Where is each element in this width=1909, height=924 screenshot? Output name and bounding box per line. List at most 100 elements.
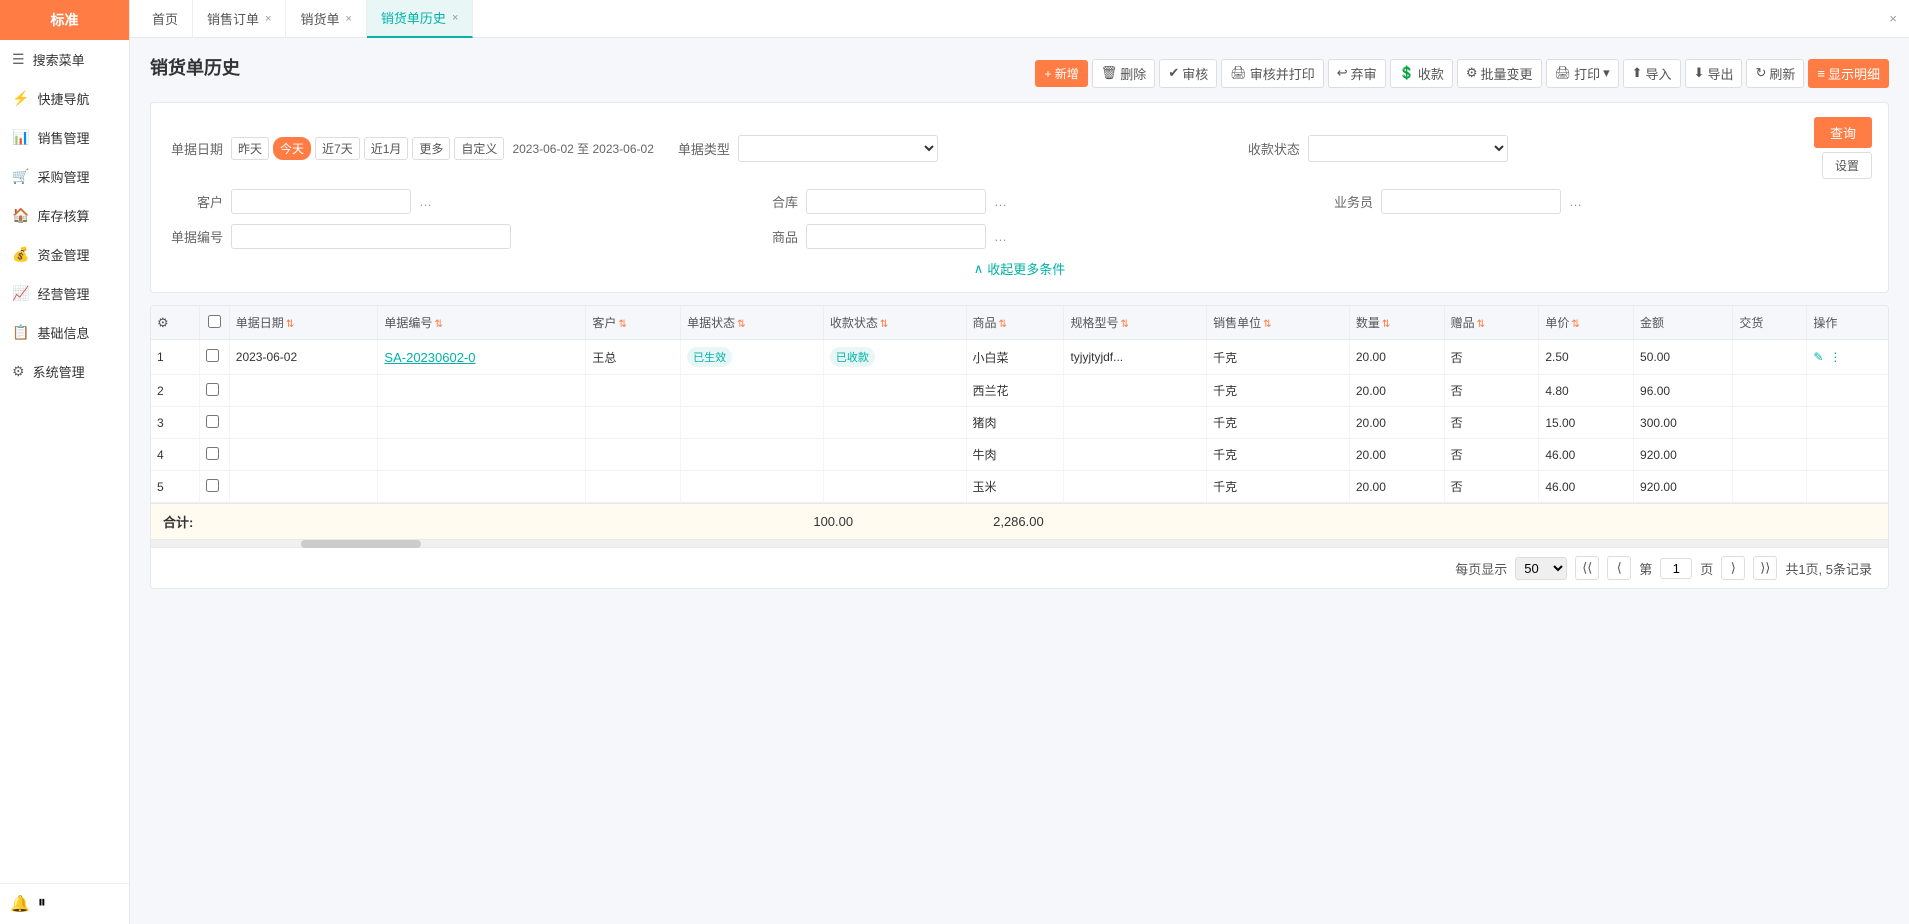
cell-action[interactable] (1807, 471, 1888, 503)
sort-payment-icon[interactable]: ⇅ (880, 319, 888, 330)
doc-type-select[interactable] (738, 135, 938, 162)
sort-docno-icon[interactable]: ⇅ (434, 319, 442, 330)
warehouse-ellipsis[interactable]: … (994, 194, 1007, 209)
audit-print-button[interactable]: 🖨 审核并打印 (1221, 59, 1324, 88)
page-number-input[interactable] (1660, 558, 1692, 579)
sidebar-item-sales-mgmt[interactable]: 📊 销售管理 (0, 118, 129, 157)
notification-icon[interactable]: 🔔 (10, 894, 30, 914)
cell-doc-no[interactable] (378, 471, 586, 503)
sort-customer-icon[interactable]: ⇅ (618, 319, 626, 330)
new-button[interactable]: + 新增 (1035, 60, 1087, 87)
date-btn-today[interactable]: 今天 (273, 137, 311, 160)
sort-docstatus-icon[interactable]: ⇅ (737, 319, 745, 330)
salesperson-input[interactable] (1381, 189, 1561, 214)
row-checkbox[interactable] (206, 349, 219, 362)
first-page-btn[interactable]: ⟨⟨ (1575, 556, 1599, 580)
product-ellipsis[interactable]: … (994, 229, 1007, 244)
customer-filter-group: 客户 … (167, 189, 722, 214)
cell-action[interactable]: ✎⋮ (1807, 340, 1888, 375)
cell-doc-no[interactable]: SA-20230602-0 (378, 340, 586, 375)
date-btn-yesterday[interactable]: 昨天 (231, 137, 269, 160)
tab-sales-order-close[interactable]: × (265, 13, 271, 25)
sidebar-item-finance-mgmt[interactable]: 💰 资金管理 (0, 235, 129, 274)
cell-doc-no[interactable] (378, 439, 586, 471)
date-btn-more[interactable]: 更多 (412, 137, 450, 160)
row-checkbox[interactable] (206, 415, 219, 428)
cell-action[interactable] (1807, 407, 1888, 439)
sort-qty-icon[interactable]: ⇅ (1382, 319, 1390, 330)
doc-no-link[interactable]: SA-20230602-0 (384, 350, 475, 365)
sort-product-icon[interactable]: ⇅ (999, 319, 1007, 330)
show-detail-button[interactable]: ≡ 显示明细 (1808, 59, 1889, 88)
settings-button[interactable]: 设置 (1822, 152, 1872, 179)
delete-button[interactable]: 🗑 删除 (1092, 59, 1156, 88)
next-page-btn[interactable]: ⟩ (1721, 556, 1745, 580)
query-button[interactable]: 查询 (1814, 117, 1872, 148)
row-checkbox[interactable] (206, 479, 219, 492)
prev-page-btn[interactable]: ⟨ (1607, 556, 1631, 580)
print-button[interactable]: 🖨 打印 ▾ (1546, 59, 1619, 88)
product-label: 商品 (742, 227, 798, 246)
salesperson-ellipsis[interactable]: … (1569, 194, 1582, 209)
cell-checkbox[interactable] (199, 375, 229, 407)
customer-input[interactable] (231, 189, 411, 214)
cell-action[interactable] (1807, 439, 1888, 471)
product-input[interactable] (806, 224, 986, 249)
gear-settings-icon[interactable]: ⚙ (157, 315, 169, 330)
sidebar-item-purchase-mgmt[interactable]: 🛒 采购管理 (0, 157, 129, 196)
sidebar-item-sys-mgmt[interactable]: ⚙ 系统管理 (0, 352, 129, 391)
col-checkbox[interactable] (199, 306, 229, 340)
edit-action-btn[interactable]: ✎ (1813, 350, 1823, 364)
refresh-button[interactable]: ↻ 刷新 (1746, 59, 1804, 88)
cell-doc-no[interactable] (378, 407, 586, 439)
sidebar-item-search-menu[interactable]: ☰ 搜索菜单 (0, 40, 129, 79)
customer-ellipsis[interactable]: … (419, 194, 432, 209)
batch-change-button[interactable]: ⚙ 批量变更 (1457, 59, 1542, 88)
warehouse-input[interactable] (806, 189, 986, 214)
tab-home[interactable]: 首页 (138, 0, 193, 38)
sort-date-icon[interactable]: ⇅ (286, 319, 294, 330)
sort-spec-icon[interactable]: ⇅ (1120, 319, 1128, 330)
date-btn-1month[interactable]: 近1月 (364, 137, 409, 160)
tab-sales-delivery-history[interactable]: 销货单历史 × (367, 0, 473, 38)
select-all-checkbox[interactable] (208, 315, 221, 328)
tab-sales-delivery-history-close[interactable]: × (452, 12, 458, 24)
sidebar-item-inventory[interactable]: 🏠 库存核算 (0, 196, 129, 235)
cell-action[interactable] (1807, 375, 1888, 407)
tab-sales-delivery[interactable]: 销货单 × (286, 0, 366, 38)
collapse-filter-btn[interactable]: ∧ 收起更多条件 (167, 259, 1872, 278)
cell-doc-no[interactable] (378, 375, 586, 407)
last-page-btn[interactable]: ⟩⟩ (1753, 556, 1777, 580)
cell-checkbox[interactable] (199, 471, 229, 503)
sort-gift-icon[interactable]: ⇅ (1477, 319, 1485, 330)
abandon-button[interactable]: ↩ 弃审 (1328, 59, 1386, 88)
collect-button[interactable]: 💲 收款 (1390, 59, 1453, 88)
export-button[interactable]: ⬇ 导出 (1685, 59, 1743, 88)
audit-button[interactable]: ✔ 审核 (1159, 59, 1217, 88)
cell-checkbox[interactable] (199, 439, 229, 471)
sidebar-item-basic-info[interactable]: 📋 基础信息 (0, 313, 129, 352)
tab-sales-order[interactable]: 销售订单 × (193, 0, 286, 38)
doc-no-input[interactable] (231, 224, 511, 249)
cell-checkbox[interactable] (199, 407, 229, 439)
tab-sales-delivery-close[interactable]: × (345, 13, 351, 25)
col-gear[interactable]: ⚙ (151, 306, 199, 340)
date-btn-7days[interactable]: 近7天 (315, 137, 360, 160)
horizontal-scrollbar[interactable] (151, 539, 1888, 547)
payment-status-select[interactable] (1308, 135, 1508, 162)
import-button[interactable]: ⬆ 导入 (1623, 59, 1681, 88)
cell-checkbox[interactable] (199, 340, 229, 375)
sidebar-item-quick-nav[interactable]: ⚡ 快捷导航 (0, 79, 129, 118)
row-checkbox[interactable] (206, 383, 219, 396)
sort-price-icon[interactable]: ⇅ (1571, 319, 1579, 330)
close-all-tabs[interactable]: × (1885, 9, 1901, 28)
pause-icon[interactable]: ⏸ (38, 894, 46, 914)
more-action-btn[interactable]: ⋮ (1829, 350, 1841, 364)
sidebar-item-ops-mgmt[interactable]: 📈 经营管理 (0, 274, 129, 313)
finance-mgmt-icon: 💰 (12, 246, 29, 263)
per-page-select[interactable]: 50 20 100 200 (1515, 557, 1567, 580)
date-btn-custom[interactable]: 自定义 (454, 137, 504, 160)
scrollbar-thumb[interactable] (301, 540, 421, 548)
sort-unit-icon[interactable]: ⇅ (1263, 319, 1271, 330)
row-checkbox[interactable] (206, 447, 219, 460)
